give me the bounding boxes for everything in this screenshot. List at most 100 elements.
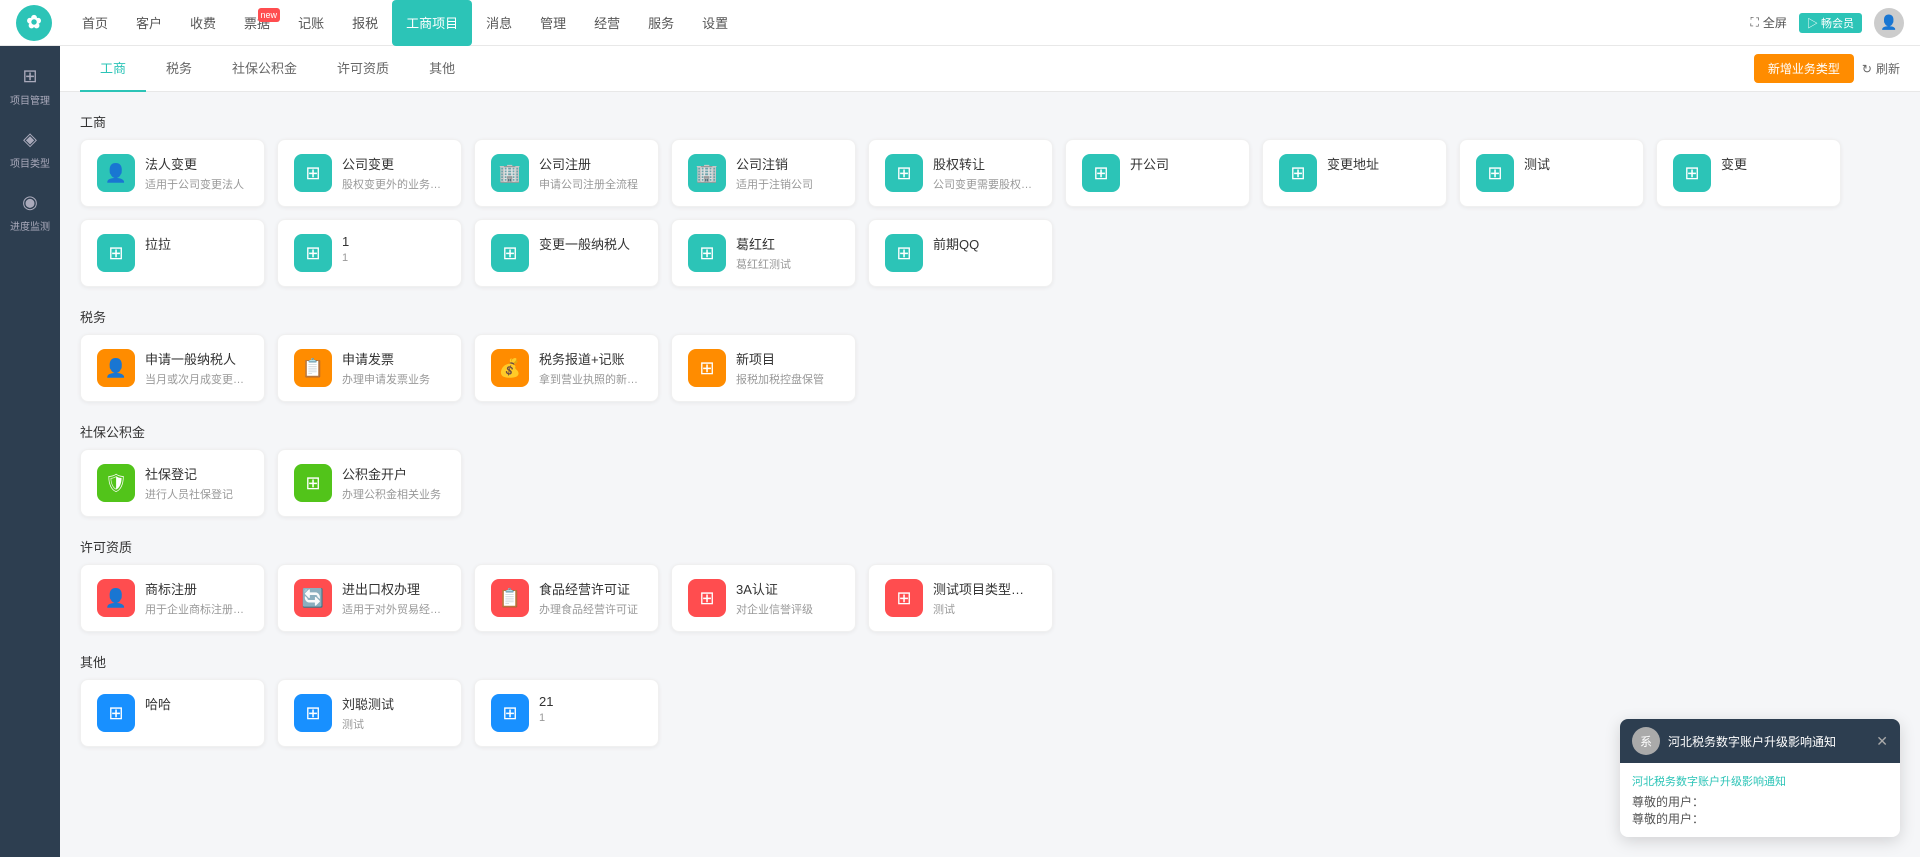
card-icon-biangeng: ⊞ (1673, 154, 1711, 192)
card-desc-xin-xm: 报税加税控盘保管 (736, 371, 839, 387)
nav-customer[interactable]: 客户 (122, 0, 176, 46)
card-ceshi[interactable]: ⊞ 测试 (1459, 139, 1644, 207)
nav-settings[interactable]: 设置 (688, 0, 742, 46)
card-name-faren: 法人变更 (145, 154, 248, 173)
nav-message[interactable]: 消息 (472, 0, 526, 46)
card-name-gjj: 公积金开户 (342, 464, 445, 483)
card-gongsi-zhuce[interactable]: 🏢 公司注册 申请公司注册全流程 (474, 139, 659, 207)
card-guquan-zhuanrang[interactable]: ⊞ 股权转让 公司变更需要股权转让 (868, 139, 1053, 207)
card-name-3a: 3A认证 (736, 579, 839, 598)
card-gehonghong[interactable]: ⊞ 葛红红 葛红红测试 (671, 219, 856, 287)
refresh-button[interactable]: ↻ 刷新 (1862, 60, 1900, 77)
card-desc-shebao: 进行人员社保登记 (145, 486, 248, 502)
card-xin-xiangmu[interactable]: ⊞ 新项目 报税加税控盘保管 (671, 334, 856, 402)
card-faren-biangeng[interactable]: 👤 法人变更 适用于公司变更法人 (80, 139, 265, 207)
card-gongsi-biangeng[interactable]: ⊞ 公司变更 股权变更外的业务变更 (277, 139, 462, 207)
card-icon-jck: 🔄 (294, 579, 332, 617)
card-shenqing-nashuiren[interactable]: 👤 申请一般纳税人 当月或次月成变更完成 (80, 334, 265, 402)
card-shenqing-fapiao[interactable]: 📋 申请发票 办理申请发票业务 (277, 334, 462, 402)
nav-ticket[interactable]: 票据new (230, 0, 284, 46)
card-name-nashuiren: 变更一般纳税人 (539, 234, 642, 253)
sidebar-item-project-manage[interactable]: ⊞ 项目管理 (0, 54, 60, 117)
card-liucong-ceshi[interactable]: ⊞ 刘聪测试 测试 (277, 679, 462, 747)
card-name-guquan: 股权转让 (933, 154, 1036, 173)
card-icon-guquan: ⊞ (885, 154, 923, 192)
card-biangeng[interactable]: ⊞ 变更 (1656, 139, 1841, 207)
card-name-fapiao: 申请发票 (342, 349, 445, 368)
avatar[interactable]: 👤 (1874, 8, 1904, 38)
notif-title: 河北税务数字账户升级影响通知 (1668, 733, 1868, 750)
card-one[interactable]: ⊞ 1 1 (277, 219, 462, 287)
nav-items: 首页 客户 收费 票据new 记账 报税 工商项目 消息 管理 经营 服务 设置 (68, 0, 1751, 46)
card-shebao-dengji[interactable]: 🛡 社保登记 进行人员社保登记 (80, 449, 265, 517)
member-badge[interactable]: ▷ 畅会员 (1799, 13, 1862, 33)
card-name-qq: 前期QQ (933, 234, 1036, 253)
card-ceshi-leixing[interactable]: ⊞ 测试项目类型目定义 测试 (868, 564, 1053, 632)
section-title-shuiwu: 税务 (80, 307, 1900, 326)
tab-shuiwu[interactable]: 税务 (146, 46, 212, 92)
card-icon-3a: ⊞ (688, 579, 726, 617)
card-desc-baodao: 拿到营业执照的新公司 (539, 371, 642, 387)
tab-shebao[interactable]: 社保公积金 (212, 46, 317, 92)
card-lala[interactable]: ⊞ 拉拉 (80, 219, 265, 287)
tabs-left: 工商 税务 社保公积金 许可资质 其他 (80, 46, 475, 92)
card-icon-gehh: ⊞ (688, 234, 726, 272)
notif-content: 尊敬的用户： (1632, 793, 1888, 810)
card-desc-shangbiao: 用于企业商标注册服务 (145, 601, 248, 617)
card-icon-xin-xm: ⊞ (688, 349, 726, 387)
top-right-actions: ⛶ 全屏 ▷ 畅会员 👤 (1751, 8, 1904, 38)
card-shangbiao[interactable]: 👤 商标注册 用于企业商标注册服务 (80, 564, 265, 632)
logo: ✿ (16, 5, 52, 41)
sidebar-item-progress[interactable]: ◉ 进度监测 (0, 180, 60, 243)
nav-operation[interactable]: 经营 (580, 0, 634, 46)
xuke-cards: 👤 商标注册 用于企业商标注册服务 🔄 进出口权办理 适用于对外贸易经营者 📋 … (80, 564, 1900, 632)
nav-home[interactable]: 首页 (68, 0, 122, 46)
card-shuiwu-baodao[interactable]: 💰 税务报道+记账 拿到营业执照的新公司 (474, 334, 659, 402)
card-qianqi-qq[interactable]: ⊞ 前期QQ (868, 219, 1053, 287)
card-icon-gjj: ⊞ (294, 464, 332, 502)
card-name-haha: 哈哈 (145, 694, 248, 713)
card-biangeng-nashuiren[interactable]: ⊞ 变更一般纳税人 (474, 219, 659, 287)
card-desc-shipin: 办理食品经营许可证 (539, 601, 642, 617)
card-biangeng-dizhi[interactable]: ⊞ 变更地址 (1262, 139, 1447, 207)
card-icon-shebao: 🛡 (97, 464, 135, 502)
nav-bookkeeping[interactable]: 记账 (284, 0, 338, 46)
notif-close-button[interactable]: ✕ (1876, 733, 1888, 750)
card-name-gehh: 葛红红 (736, 234, 839, 253)
card-haha[interactable]: ⊞ 哈哈 (80, 679, 265, 747)
notification-popup: 系 河北税务数字账户升级影响通知 ✕ 河北税务数字账户升级影响通知 尊敬的用户：… (1620, 719, 1900, 837)
tab-qita[interactable]: 其他 (409, 46, 475, 92)
card-jinchukou[interactable]: 🔄 进出口权办理 适用于对外贸易经营者 (277, 564, 462, 632)
tab-gongshang[interactable]: 工商 (80, 46, 146, 92)
nav-manage[interactable]: 管理 (526, 0, 580, 46)
card-icon-shangbiao: 👤 (97, 579, 135, 617)
card-icon-21: ⊞ (491, 694, 529, 732)
card-kai-gongsi[interactable]: ⊞ 开公司 (1065, 139, 1250, 207)
card-desc-gongsi-zc: 申请公司注册全流程 (539, 176, 642, 192)
card-desc-3a: 对企业信誉评级 (736, 601, 839, 617)
notif-header: 系 河北税务数字账户升级影响通知 ✕ (1620, 719, 1900, 763)
tab-xuke[interactable]: 许可资质 (317, 46, 409, 92)
card-name-ceshi: 测试 (1524, 154, 1627, 173)
card-shipin-xuke[interactable]: 📋 食品经营许可证 办理食品经营许可证 (474, 564, 659, 632)
notif-body: 河北税务数字账户升级影响通知 尊敬的用户： 尊敬的用户： (1620, 763, 1900, 837)
nav-fee[interactable]: 收费 (176, 0, 230, 46)
nav-industry[interactable]: 工商项目 (392, 0, 472, 46)
sidebar-item-project-type[interactable]: ◈ 项目类型 (0, 117, 60, 180)
section-title-qita: 其他 (80, 652, 1900, 671)
card-name-ceshi-lx: 测试项目类型目定义 (933, 579, 1036, 598)
card-21[interactable]: ⊞ 21 1 (474, 679, 659, 747)
nav-service[interactable]: 服务 (634, 0, 688, 46)
top-navigation: ✿ 首页 客户 收费 票据new 记账 报税 工商项目 消息 管理 经营 服务 … (0, 0, 1920, 46)
card-desc-gongsi-zx: 适用于注销公司 (736, 176, 839, 192)
card-name-kai: 开公司 (1130, 154, 1233, 173)
nav-tax[interactable]: 报税 (338, 0, 392, 46)
add-type-button[interactable]: 新增业务类型 (1754, 54, 1854, 83)
fullscreen-btn[interactable]: ⛶ 全屏 (1751, 14, 1787, 31)
card-gongsi-zhuxiao[interactable]: 🏢 公司注销 适用于注销公司 (671, 139, 856, 207)
card-icon-dizhi: ⊞ (1279, 154, 1317, 192)
card-gongjijin-kaihhu[interactable]: ⊞ 公积金开户 办理公积金相关业务 (277, 449, 462, 517)
card-3a-renzheng[interactable]: ⊞ 3A认证 对企业信誉评级 (671, 564, 856, 632)
fullscreen-label: 全屏 (1763, 14, 1787, 31)
project-manage-icon: ⊞ (18, 64, 42, 88)
